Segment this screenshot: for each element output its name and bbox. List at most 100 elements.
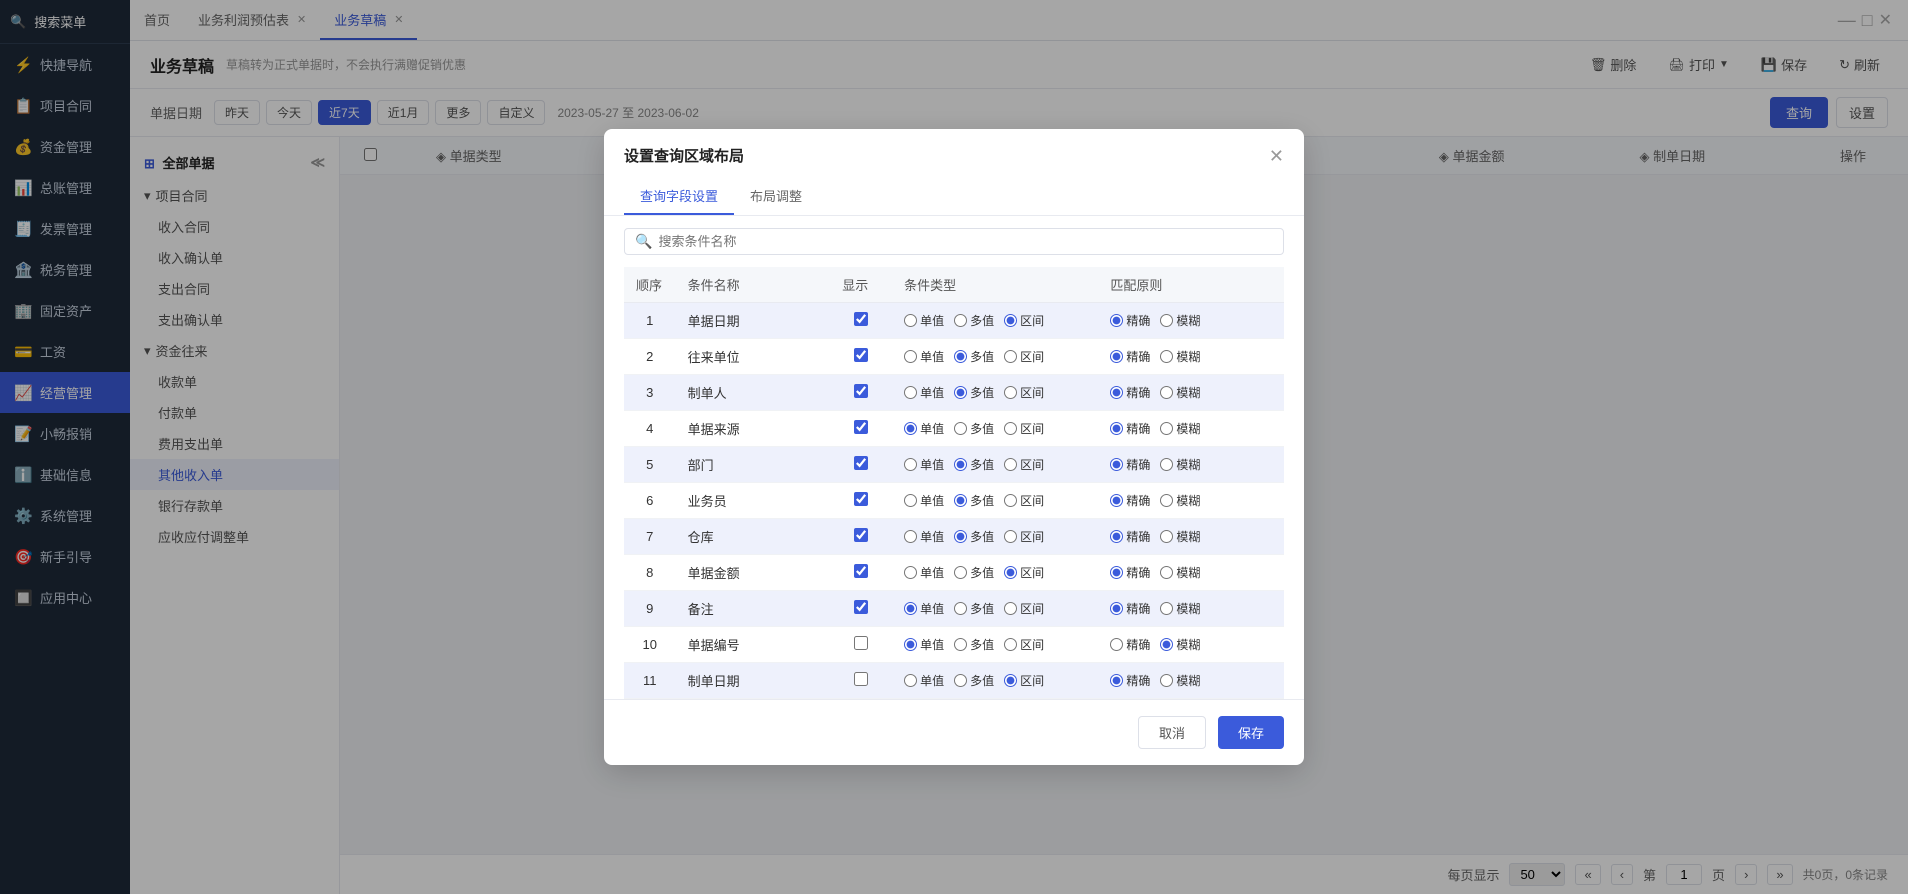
type-radio-区间[interactable]: 区间 (1004, 564, 1044, 581)
show-checkbox[interactable] (854, 564, 868, 578)
radio-input[interactable] (904, 602, 917, 615)
match-radio-精确[interactable]: 精确 (1110, 384, 1150, 401)
radio-input[interactable] (1160, 350, 1173, 363)
radio-input[interactable] (1110, 386, 1123, 399)
type-radio-单值[interactable]: 单值 (904, 348, 944, 365)
radio-input[interactable] (954, 494, 967, 507)
match-radio-模糊[interactable]: 模糊 (1160, 456, 1200, 473)
match-radio-模糊[interactable]: 模糊 (1160, 492, 1200, 509)
type-radio-单值[interactable]: 单值 (904, 600, 944, 617)
radio-input[interactable] (1110, 638, 1123, 651)
match-radio-模糊[interactable]: 模糊 (1160, 636, 1200, 653)
radio-input[interactable] (1004, 674, 1017, 687)
type-radio-区间[interactable]: 区间 (1004, 312, 1044, 329)
show-checkbox[interactable] (854, 492, 868, 506)
radio-input[interactable] (1110, 422, 1123, 435)
type-radio-区间[interactable]: 区间 (1004, 672, 1044, 689)
search-input[interactable] (658, 234, 1273, 249)
radio-input[interactable] (1160, 566, 1173, 579)
radio-input[interactable] (1004, 530, 1017, 543)
match-radio-模糊[interactable]: 模糊 (1160, 564, 1200, 581)
radio-input[interactable] (1110, 566, 1123, 579)
show-checkbox[interactable] (854, 348, 868, 362)
radio-input[interactable] (1110, 530, 1123, 543)
match-radio-模糊[interactable]: 模糊 (1160, 420, 1200, 437)
match-radio-模糊[interactable]: 模糊 (1160, 348, 1200, 365)
type-radio-区间[interactable]: 区间 (1004, 420, 1044, 437)
show-checkbox[interactable] (854, 672, 868, 686)
type-radio-区间[interactable]: 区间 (1004, 456, 1044, 473)
match-radio-精确[interactable]: 精确 (1110, 492, 1150, 509)
radio-input[interactable] (904, 494, 917, 507)
radio-input[interactable] (954, 386, 967, 399)
cancel-button[interactable]: 取消 (1138, 716, 1206, 749)
radio-input[interactable] (1004, 386, 1017, 399)
radio-input[interactable] (954, 638, 967, 651)
match-radio-精确[interactable]: 精确 (1110, 312, 1150, 329)
radio-input[interactable] (1160, 386, 1173, 399)
radio-input[interactable] (904, 566, 917, 579)
radio-input[interactable] (1160, 674, 1173, 687)
show-checkbox[interactable] (854, 384, 868, 398)
show-checkbox[interactable] (854, 528, 868, 542)
match-radio-模糊[interactable]: 模糊 (1160, 528, 1200, 545)
radio-input[interactable] (1004, 602, 1017, 615)
type-radio-多值[interactable]: 多值 (954, 420, 994, 437)
match-radio-模糊[interactable]: 模糊 (1160, 672, 1200, 689)
type-radio-多值[interactable]: 多值 (954, 492, 994, 509)
radio-input[interactable] (1004, 422, 1017, 435)
match-radio-精确[interactable]: 精确 (1110, 564, 1150, 581)
radio-input[interactable] (1004, 494, 1017, 507)
radio-input[interactable] (904, 458, 917, 471)
type-radio-多值[interactable]: 多值 (954, 528, 994, 545)
type-radio-多值[interactable]: 多值 (954, 636, 994, 653)
radio-input[interactable] (904, 314, 917, 327)
radio-input[interactable] (904, 350, 917, 363)
tab-query-fields[interactable]: 查询字段设置 (624, 178, 734, 215)
tab-layout-adjust[interactable]: 布局调整 (734, 178, 818, 215)
radio-input[interactable] (1110, 350, 1123, 363)
radio-input[interactable] (954, 458, 967, 471)
match-radio-模糊[interactable]: 模糊 (1160, 312, 1200, 329)
radio-input[interactable] (904, 638, 917, 651)
radio-input[interactable] (1160, 314, 1173, 327)
radio-input[interactable] (1160, 494, 1173, 507)
radio-input[interactable] (1004, 350, 1017, 363)
radio-input[interactable] (954, 602, 967, 615)
type-radio-多值[interactable]: 多值 (954, 312, 994, 329)
type-radio-多值[interactable]: 多值 (954, 564, 994, 581)
type-radio-区间[interactable]: 区间 (1004, 384, 1044, 401)
radio-input[interactable] (904, 422, 917, 435)
type-radio-区间[interactable]: 区间 (1004, 348, 1044, 365)
radio-input[interactable] (1160, 458, 1173, 471)
save-dialog-button[interactable]: 保存 (1218, 716, 1284, 749)
type-radio-多值[interactable]: 多值 (954, 456, 994, 473)
type-radio-单值[interactable]: 单值 (904, 312, 944, 329)
radio-input[interactable] (904, 530, 917, 543)
radio-input[interactable] (1110, 494, 1123, 507)
radio-input[interactable] (1004, 458, 1017, 471)
match-radio-模糊[interactable]: 模糊 (1160, 384, 1200, 401)
type-radio-单值[interactable]: 单值 (904, 672, 944, 689)
show-checkbox[interactable] (854, 456, 868, 470)
radio-input[interactable] (1004, 566, 1017, 579)
radio-input[interactable] (954, 422, 967, 435)
type-radio-单值[interactable]: 单值 (904, 456, 944, 473)
show-checkbox[interactable] (854, 600, 868, 614)
show-checkbox[interactable] (854, 420, 868, 434)
radio-input[interactable] (1004, 638, 1017, 651)
radio-input[interactable] (954, 530, 967, 543)
type-radio-多值[interactable]: 多值 (954, 600, 994, 617)
radio-input[interactable] (1004, 314, 1017, 327)
radio-input[interactable] (1160, 422, 1173, 435)
match-radio-精确[interactable]: 精确 (1110, 636, 1150, 653)
radio-input[interactable] (1160, 530, 1173, 543)
radio-input[interactable] (954, 566, 967, 579)
dialog-close-button[interactable]: ✕ (1269, 147, 1284, 165)
type-radio-多值[interactable]: 多值 (954, 384, 994, 401)
radio-input[interactable] (1110, 458, 1123, 471)
match-radio-精确[interactable]: 精确 (1110, 672, 1150, 689)
show-checkbox[interactable] (854, 312, 868, 326)
radio-input[interactable] (1110, 602, 1123, 615)
match-radio-精确[interactable]: 精确 (1110, 456, 1150, 473)
